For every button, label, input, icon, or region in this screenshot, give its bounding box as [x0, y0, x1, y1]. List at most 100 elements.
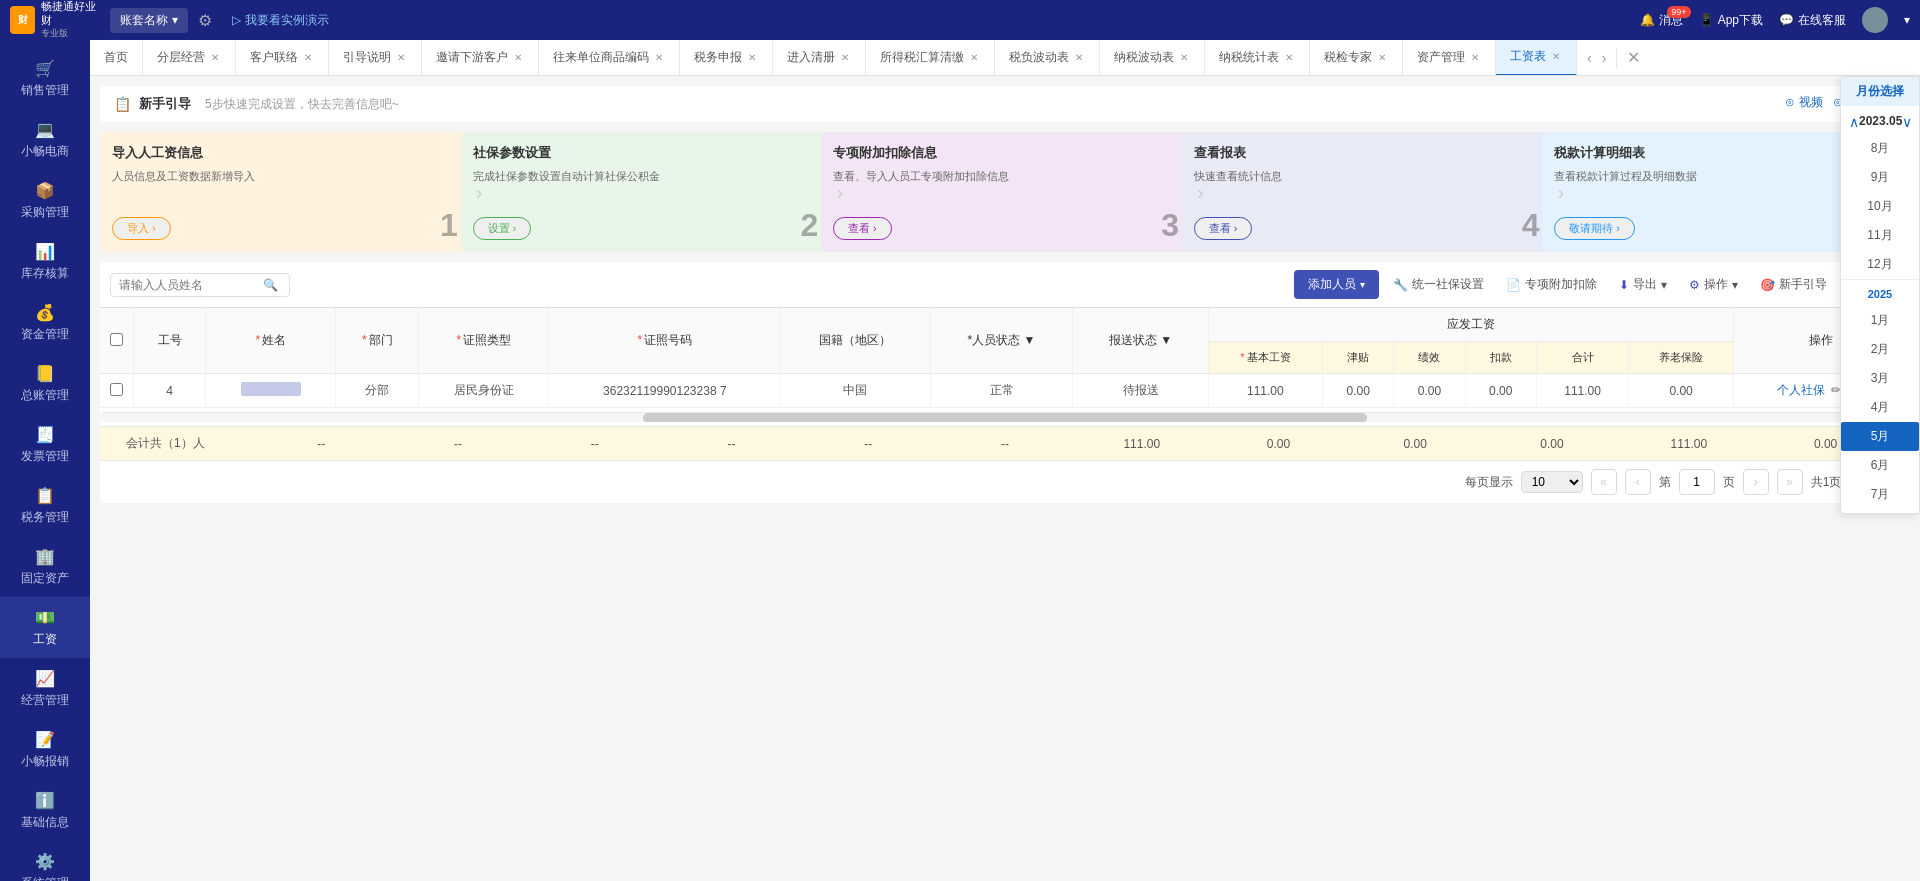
page-nav-last[interactable]: »: [1777, 469, 1803, 495]
tab-income-tax[interactable]: 所得税汇算清缴 ✕: [866, 40, 995, 76]
select-all-checkbox[interactable]: [110, 333, 123, 346]
header-wage-group: 应发工资: [1208, 308, 1733, 342]
tab-tax-expert-close[interactable]: ✕: [1376, 50, 1388, 65]
page-nav-prev[interactable]: ‹: [1625, 469, 1651, 495]
add-person-button[interactable]: 添加人员 ▾: [1294, 270, 1379, 299]
tab-salary-table-close[interactable]: ✕: [1550, 49, 1562, 64]
tab-tax-change[interactable]: 纳税波动表 ✕: [1100, 40, 1205, 76]
sidebar-item-system[interactable]: ⚙️ 系统管理: [0, 841, 90, 881]
guide-video-link[interactable]: ⊙ 视频: [1785, 94, 1822, 114]
sidebar-item-operations[interactable]: 📈 经营管理: [0, 658, 90, 719]
settings-icon[interactable]: ⚙: [198, 11, 212, 30]
tab-close-all[interactable]: ✕: [1617, 48, 1650, 67]
online-service-btn[interactable]: 💬 在线客服: [1779, 12, 1846, 29]
tab-prev-arrow[interactable]: ‹: [1583, 48, 1596, 68]
sidebar-item-ecommerce[interactable]: 💻 小畅电商: [0, 109, 90, 170]
tab-customer[interactable]: 客户联络 ✕: [236, 40, 329, 76]
tab-home[interactable]: 首页: [90, 40, 143, 76]
sidebar-item-report[interactable]: 📝 小畅报销: [0, 719, 90, 780]
tab-income-tax-close[interactable]: ✕: [968, 50, 980, 65]
sidebar-item-ledger[interactable]: 📒 总账管理: [0, 353, 90, 414]
demo-link[interactable]: ▷ 我要看实例演示: [232, 12, 329, 29]
tab-guide-desc-close[interactable]: ✕: [395, 50, 407, 65]
toolbar: 🔍 添加人员 ▾ 🔧 统一社保设置 📄 专项附加扣除: [100, 262, 1910, 308]
search-input[interactable]: [119, 278, 259, 292]
user-avatar[interactable]: [1862, 7, 1888, 33]
message-btn[interactable]: 🔔 消息 99+: [1640, 12, 1683, 29]
step-5-btn[interactable]: 敬请期待 ›: [1554, 217, 1635, 240]
row-checkbox[interactable]: [110, 383, 123, 396]
account-selector[interactable]: 账套名称 ▾: [110, 8, 188, 33]
tab-customer-close[interactable]: ✕: [302, 50, 314, 65]
user-menu[interactable]: ▾: [1904, 13, 1910, 27]
tab-assets-close[interactable]: ✕: [1469, 50, 1481, 65]
special-deduct-btn[interactable]: 📄 专项附加扣除: [1498, 272, 1605, 297]
page-nav-next[interactable]: ›: [1743, 469, 1769, 495]
month-item-2025: 2025: [1841, 279, 1919, 306]
search-icon[interactable]: 🔍: [263, 278, 278, 292]
month-item-5-active[interactable]: 5月: [1841, 422, 1919, 451]
step-arrow-2: ›: [836, 132, 843, 252]
sidebar-item-tax[interactable]: 📋 税务管理: [0, 475, 90, 536]
sidebar-item-invoice[interactable]: 🧾 发票管理: [0, 414, 90, 475]
sidebar-item-salary[interactable]: 💵 工资: [0, 597, 90, 658]
app-download-btn[interactable]: 📱 App下载: [1699, 12, 1763, 29]
sidebar-item-purchase[interactable]: 📦 采购管理: [0, 170, 90, 231]
status-filter-icon[interactable]: ▼: [1024, 333, 1036, 347]
unified-social-btn[interactable]: 🔧 统一社保设置: [1385, 272, 1492, 297]
sidebar-item-finance[interactable]: 💰 资金管理: [0, 292, 90, 353]
tab-tax-stat[interactable]: 纳税统计表 ✕: [1205, 40, 1310, 76]
month-item-3[interactable]: 3月: [1841, 364, 1919, 393]
tab-product-code-close[interactable]: ✕: [653, 50, 665, 65]
month-prev-year-btn[interactable]: ∧: [1849, 114, 1859, 130]
sidebar-item-fixed-assets[interactable]: 🏢 固定资产: [0, 536, 90, 597]
month-item-11[interactable]: 11月: [1841, 221, 1919, 250]
sidebar-item-basic[interactable]: ℹ️ 基础信息: [0, 780, 90, 841]
month-item-12[interactable]: 12月: [1841, 250, 1919, 279]
page-nav-first[interactable]: «: [1591, 469, 1617, 495]
tab-invite[interactable]: 邀请下游客户 ✕: [422, 40, 539, 76]
tab-assets[interactable]: 资产管理 ✕: [1403, 40, 1496, 76]
month-item-2[interactable]: 2月: [1841, 335, 1919, 364]
tab-tax-change-close[interactable]: ✕: [1178, 50, 1190, 65]
sidebar-item-inventory[interactable]: 📊 库存核算: [0, 231, 90, 292]
tab-tax-burden-close[interactable]: ✕: [1073, 50, 1085, 65]
tab-clearance[interactable]: 进入清册 ✕: [773, 40, 866, 76]
tab-tax-declare-close[interactable]: ✕: [746, 50, 758, 65]
tab-bar: 首页 分层经营 ✕ 客户联络 ✕ 引导说明 ✕ 邀请下游客户 ✕ 往来单位商品编…: [90, 40, 1920, 76]
tab-tax-burden[interactable]: 税负波动表 ✕: [995, 40, 1100, 76]
search-wrap[interactable]: 🔍: [110, 273, 290, 297]
month-item-1[interactable]: 1月: [1841, 306, 1919, 335]
month-item-10[interactable]: 10月: [1841, 192, 1919, 221]
tab-guide-desc[interactable]: 引导说明 ✕: [329, 40, 422, 76]
tab-tax-stat-close[interactable]: ✕: [1283, 50, 1295, 65]
month-item-6[interactable]: 6月: [1841, 451, 1919, 480]
tab-product-code[interactable]: 往来单位商品编码 ✕: [539, 40, 680, 76]
action-personal-social[interactable]: 个人社保: [1777, 383, 1825, 397]
month-item-8[interactable]: 8月: [1841, 134, 1919, 163]
month-item-9[interactable]: 9月: [1841, 163, 1919, 192]
export-btn[interactable]: ⬇ 导出 ▾: [1611, 272, 1675, 297]
toolbar-right: 添加人员 ▾ 🔧 统一社保设置 📄 专项附加扣除 ⬇ 导出 ▾: [1294, 270, 1900, 299]
sidebar-item-sales[interactable]: 🛒 销售管理: [0, 48, 90, 109]
operate-btn[interactable]: ⚙ 操作 ▾: [1681, 272, 1746, 297]
month-item-4[interactable]: 4月: [1841, 393, 1919, 422]
step-1-btn[interactable]: 导入 ›: [112, 217, 171, 240]
horizontal-scrollbar[interactable]: [100, 412, 1910, 422]
report-filter-icon[interactable]: ▼: [1160, 333, 1172, 347]
month-next-year-btn[interactable]: ∨: [1902, 114, 1912, 130]
tab-clearance-close[interactable]: ✕: [839, 50, 851, 65]
tab-tax-declare[interactable]: 税务申报 ✕: [680, 40, 773, 76]
tab-layered-close[interactable]: ✕: [209, 50, 221, 65]
sidebar-label-operations: 经营管理: [21, 692, 69, 709]
tab-invite-close[interactable]: ✕: [512, 50, 524, 65]
new-guide-btn[interactable]: 🎯 新手引导: [1752, 272, 1835, 297]
tab-next-arrow[interactable]: ›: [1598, 48, 1611, 68]
page-input[interactable]: [1679, 469, 1715, 495]
tab-guide-desc-label: 引导说明: [343, 49, 391, 66]
tab-salary-table[interactable]: 工资表 ✕: [1496, 40, 1577, 76]
month-item-7[interactable]: 7月: [1841, 480, 1919, 509]
tab-layered[interactable]: 分层经营 ✕: [143, 40, 236, 76]
tab-tax-expert[interactable]: 税检专家 ✕: [1310, 40, 1403, 76]
per-page-select[interactable]: 10 20 50: [1521, 471, 1583, 493]
